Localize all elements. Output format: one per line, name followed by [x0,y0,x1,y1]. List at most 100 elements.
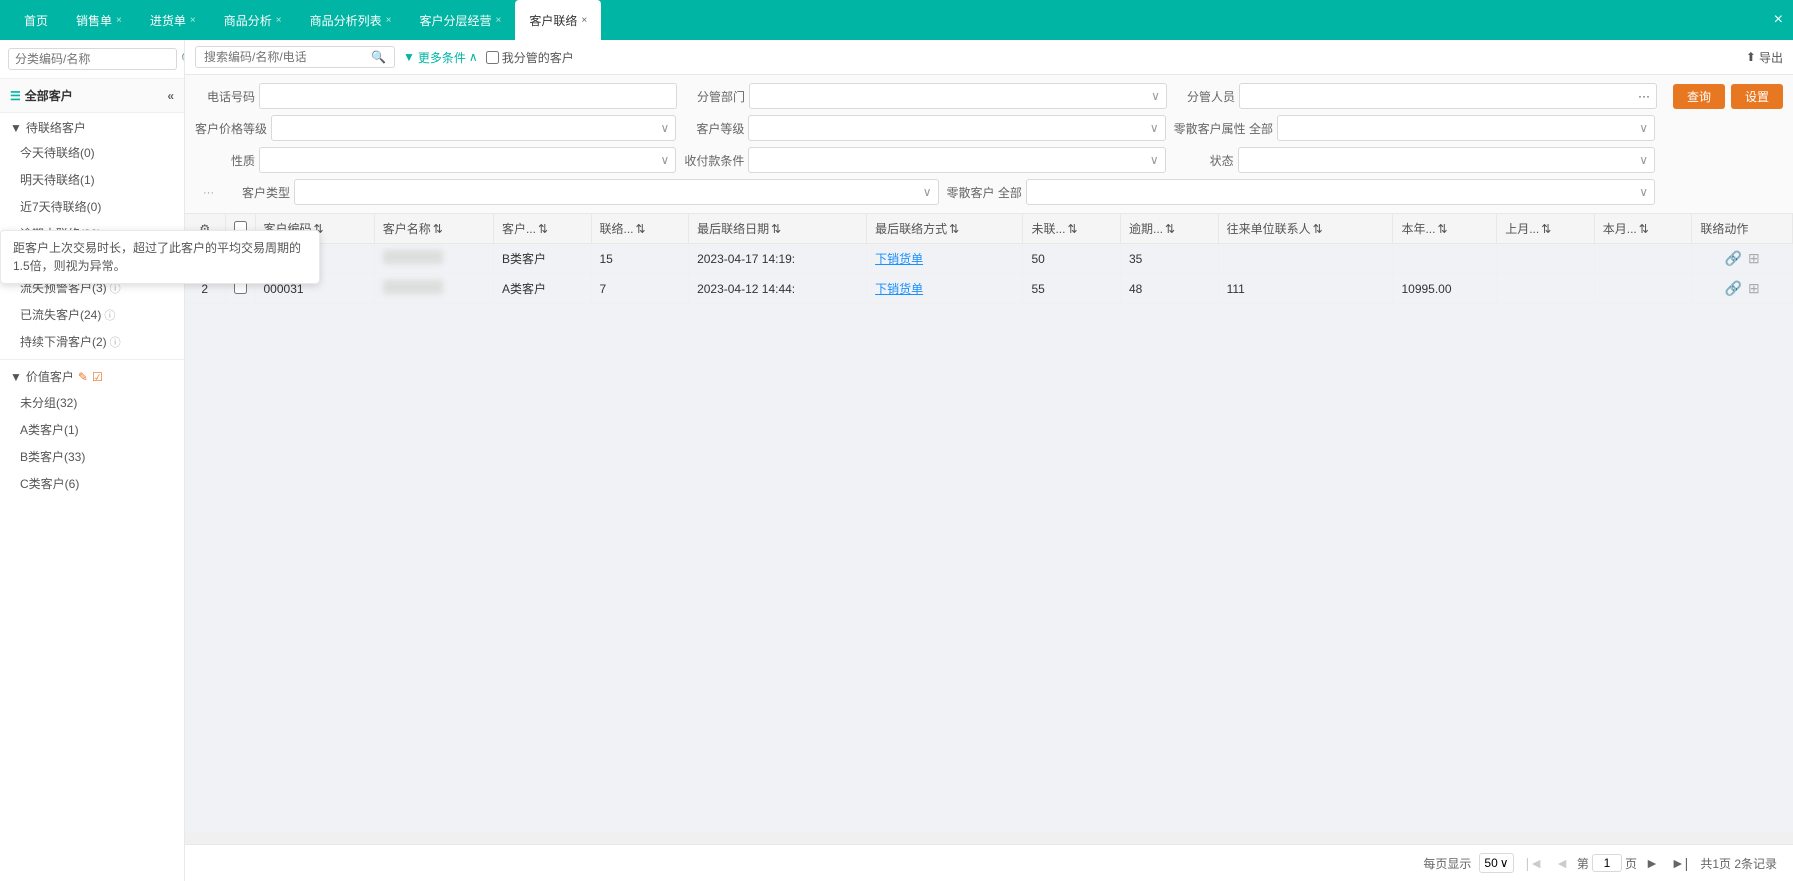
nav-customer-contact-close[interactable]: × [581,15,587,26]
nav-home[interactable]: 首页 [10,0,62,40]
filter-status-select[interactable]: ∨ [1238,147,1655,173]
nav-customer-tier[interactable]: 客户分层经营 × [405,0,515,40]
nav-analysis-close[interactable]: × [276,15,282,26]
td-current-year-2: 10995.00 [1393,274,1497,304]
td-name-2 [374,274,493,304]
th-last-contact-method[interactable]: 最后联络方式⇅ [867,214,1023,244]
nav-sales-close[interactable]: × [116,15,122,26]
sidebar-item-tomorrow[interactable]: 明天待联络(1) [0,166,184,193]
pagination-nav: |◄ ◄ 第 页 ► ►| [1522,854,1693,872]
query-btn[interactable]: 查询 [1673,84,1725,109]
filter-payment: 收付款条件 ∨ [684,147,1165,173]
set-btn[interactable]: 设置 [1731,84,1783,109]
my-customers-cb[interactable] [486,51,499,64]
action-link-icon-2[interactable]: 🔗 [1725,280,1742,297]
my-customers-checkbox[interactable]: 我分管的客户 [486,49,574,66]
page-next-btn[interactable]: ► [1641,854,1663,872]
td-customer-type-2: A类客户 [493,274,591,304]
th-contact-count[interactable]: 联络...⇅ [591,214,689,244]
th-current-year[interactable]: 本年...⇅ [1393,214,1497,244]
filter-department-select[interactable]: ∨ [749,83,1167,109]
close-all-btn[interactable]: × [1774,11,1783,29]
sidebar-item-declining[interactable]: 持续下滑客户(2) ⓘ [0,328,184,355]
value-group-edit-icon[interactable]: ✎ [78,370,88,384]
filter-search-icon[interactable]: 🔍 [371,50,386,64]
filter-customer-level: 客户等级 ∨ [684,115,1165,141]
info-icon-declining: ⓘ [110,334,121,350]
sidebar-item-class-b[interactable]: B类客户(33) [0,443,184,470]
page-prev-btn[interactable]: ◄ [1551,854,1573,872]
action-grid-icon-2[interactable]: ⊞ [1748,280,1760,297]
filter-payment-select[interactable]: ∨ [748,147,1165,173]
more-conditions-btn[interactable]: ▼ 更多条件 ∧ [403,49,478,66]
th-overdue[interactable]: 逾期...⇅ [1121,214,1219,244]
action-icons-2: 🔗 ⊞ [1700,280,1784,297]
nav-purchase[interactable]: 进货单 × [136,0,210,40]
sidebar-group-pending[interactable]: ▼ 待联络客户 [0,113,184,139]
filter-row-3: 性质 ∨ 收付款条件 ∨ 状态 [195,147,1783,173]
filter-phone-input[interactable] [259,83,677,109]
customer-type-caret: ∨ [923,185,932,199]
th-last-contact-date[interactable]: 最后联络日期⇅ [689,214,867,244]
th-unread[interactable]: 未联...⇅ [1023,214,1121,244]
th-customer-type[interactable]: 客户...⇅ [493,214,591,244]
sidebar-search-input[interactable] [8,48,177,70]
nav-customer-tier-close[interactable]: × [495,15,501,26]
nav-analysis[interactable]: 商品分析 × [210,0,296,40]
sidebar-item-lost[interactable]: 已流失客户(24) ⓘ [0,301,184,328]
sidebar-item-today[interactable]: 今天待联络(0) [0,139,184,166]
td-contact-count-2: 7 [591,274,689,304]
value-group-add-icon[interactable]: ☑ [92,370,103,384]
th-name[interactable]: 客户名称⇅ [374,214,493,244]
td-unread-1: 50 [1023,244,1121,274]
filter-row-4: ··· 客户类型 ∨ 零散客户 全部 ∨ [195,179,1783,205]
filter-nature-select[interactable]: ∨ [259,147,676,173]
td-last-contact-method-2[interactable]: 下销货单 [867,274,1023,304]
filter-person-select[interactable]: ··· [1239,83,1657,109]
table-header-row: ⚙ 客户编码⇅ 客户名称⇅ 客户...⇅ [185,214,1793,244]
th-actions: 联络动作 [1692,214,1793,244]
filter-actions: 查询 设置 [1673,84,1783,109]
filter-retail-customer: 零散客户 全部 ∨ [947,179,1656,205]
sidebar-item-ungrouped[interactable]: 未分组(32) [0,389,184,416]
td-overdue-1: 35 [1121,244,1219,274]
th-unit-contact[interactable]: 往来单位联系人⇅ [1218,214,1393,244]
table-horizontal-scrollbar[interactable] [185,832,1793,844]
sidebar-item-class-c[interactable]: C类客户(6) [0,470,184,497]
sidebar-collapse-btn[interactable]: « [167,89,174,103]
filter-row-2: 客户价格等级 ∨ 客户等级 ∨ 零散客户属性 全部 [195,115,1783,141]
filter-retail-attr-select[interactable]: ∨ [1277,115,1655,141]
filter-customer-level-select[interactable]: ∨ [748,115,1165,141]
filter-retail-customer-select[interactable]: ∨ [1026,179,1655,205]
per-page-select[interactable]: 50 ∨ [1479,853,1513,873]
info-icon-lost: ⓘ [104,307,115,323]
td-name-1-blurred [383,250,443,264]
page-last-btn[interactable]: ►| [1667,854,1693,872]
nav-analysis-list-close[interactable]: × [386,15,392,26]
export-btn[interactable]: ⬆ 导出 [1746,49,1783,66]
td-unit-contact-2: 111 [1218,274,1393,304]
td-last-contact-date-1: 2023-04-17 14:19: [689,244,867,274]
nav-customer-contact[interactable]: 客户联络 × [515,0,601,40]
th-this-month[interactable]: 本月...⇅ [1594,214,1692,244]
action-link-icon-1[interactable]: 🔗 [1725,250,1742,267]
th-last-month[interactable]: 上月...⇅ [1497,214,1595,244]
page-first-btn[interactable]: |◄ [1522,854,1548,872]
nav-purchase-close[interactable]: × [190,15,196,26]
td-last-contact-method-1[interactable]: 下销货单 [867,244,1023,274]
nav-sales[interactable]: 销售单 × [62,0,136,40]
more-conditions-link[interactable]: ··· [203,187,214,199]
td-last-contact-date-2: 2023-04-12 14:44: [689,274,867,304]
nav-analysis-list[interactable]: 商品分析列表 × [296,0,406,40]
nature-caret: ∨ [661,153,670,167]
filter-customer-type-select[interactable]: ∨ [294,179,939,205]
filter-price-level-select[interactable]: ∨ [271,115,676,141]
page-number-input[interactable] [1592,854,1622,872]
dept-caret-icon: ∨ [1151,89,1160,103]
sidebar-item-7days[interactable]: 近7天待联络(0) [0,193,184,220]
table-row: 2 000031 A类客户 [185,274,1793,304]
sidebar-item-class-a[interactable]: A类客户(1) [0,416,184,443]
filter-search-input[interactable] [204,50,367,64]
sidebar-value-group-header: ▼ 价值客户 ✎ ☑ [0,364,184,389]
action-grid-icon-1[interactable]: ⊞ [1748,250,1760,267]
